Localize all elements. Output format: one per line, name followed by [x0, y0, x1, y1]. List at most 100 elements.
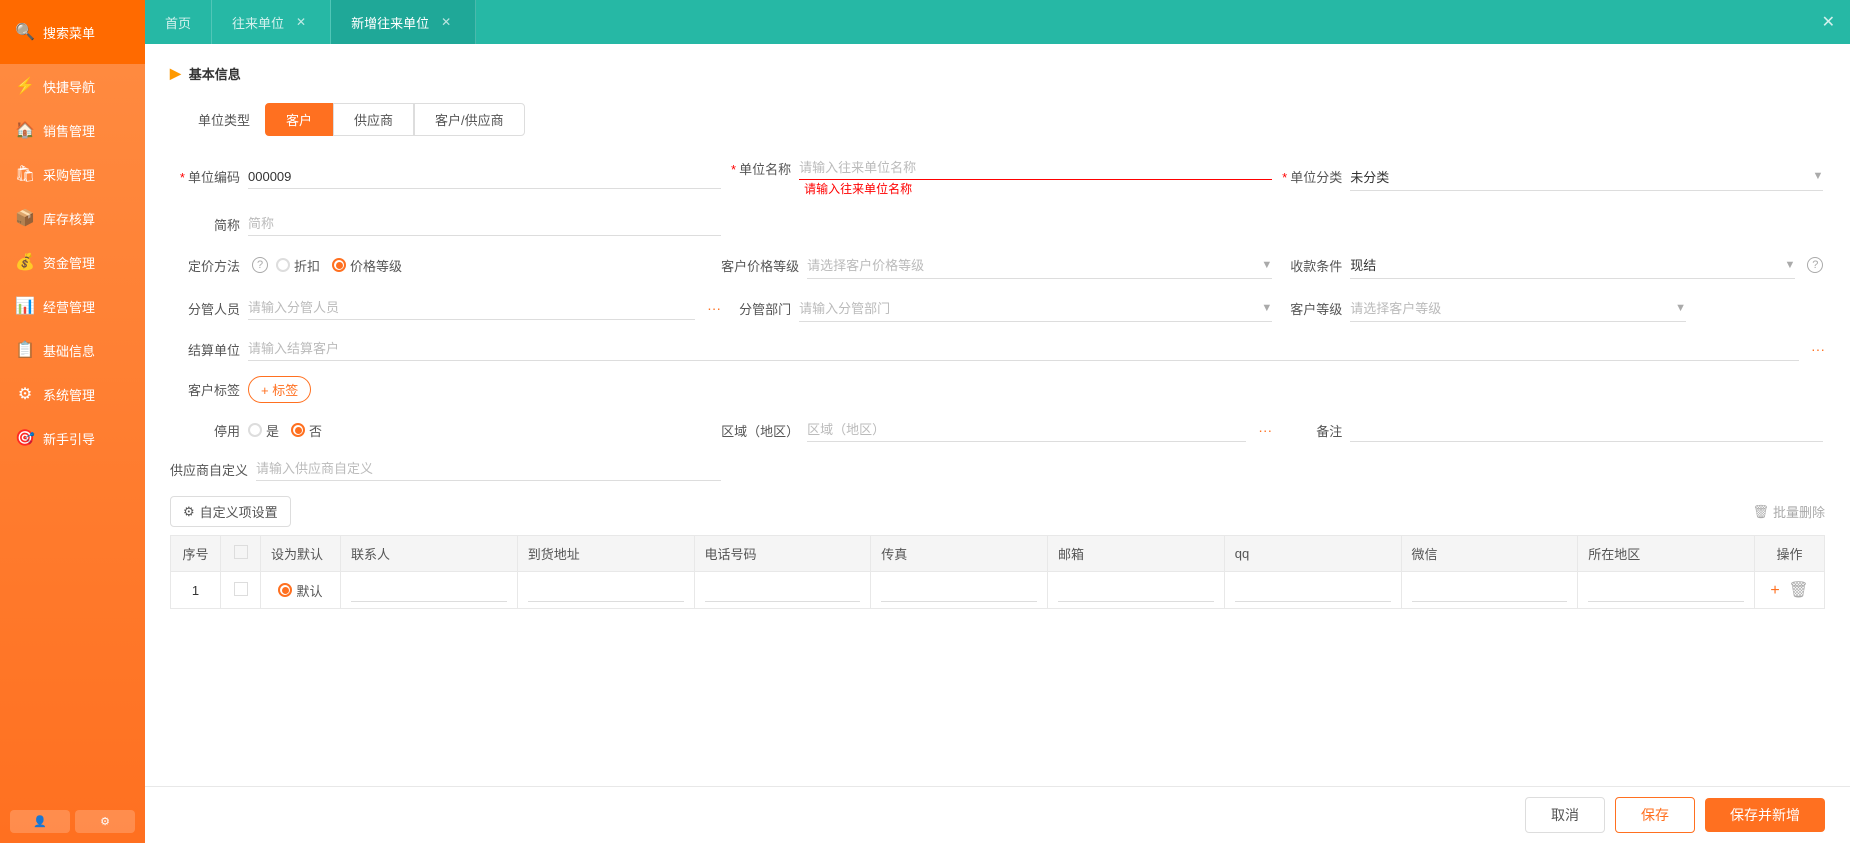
- pricing-discount-radio[interactable]: [276, 258, 290, 272]
- row-add-button[interactable]: +: [1770, 582, 1779, 599]
- form-footer: 取消 保存 保存并新增: [145, 786, 1850, 843]
- pricing-level-radio[interactable]: [332, 258, 346, 272]
- settlement-more-btn[interactable]: ···: [1811, 341, 1825, 357]
- payment-help-icon[interactable]: ?: [1807, 257, 1823, 273]
- supplier-custom-field: 供应商自定义: [170, 457, 721, 481]
- unit-type-supplier[interactable]: 供应商: [333, 103, 414, 136]
- tab-new-close[interactable]: ✕: [437, 13, 455, 31]
- col-contact: 联系人: [341, 536, 518, 572]
- sidebar-item-operations[interactable]: 📊 经营管理: [0, 284, 145, 328]
- unit-name-field: 单位名称 请输入往来单位名称: [721, 156, 1272, 197]
- save-new-button[interactable]: 保存并新增: [1705, 798, 1825, 832]
- manager-more-btn[interactable]: ···: [707, 300, 721, 316]
- unit-type-both[interactable]: 客户/供应商: [414, 103, 525, 136]
- col-check: [221, 536, 261, 572]
- col-wechat: 微信: [1401, 536, 1578, 572]
- pricing-discount-option[interactable]: 折扣: [276, 256, 320, 275]
- row-ops: + 🗑: [1755, 572, 1825, 609]
- form-row-7: 供应商自定义: [170, 457, 1825, 481]
- col-default: 设为默认: [261, 536, 341, 572]
- row-num: 1: [171, 572, 221, 609]
- department-label: 分管部门: [721, 299, 791, 318]
- row-address-input[interactable]: [528, 578, 684, 602]
- tag-add-button[interactable]: + 标签: [248, 376, 311, 403]
- form-area: ▶ 基本信息 单位类型 客户 供应商 客户/供应商 单位编码 单位名称 请输入往…: [145, 44, 1850, 786]
- disabled-yes-option[interactable]: 是: [248, 421, 279, 440]
- short-name-input[interactable]: [248, 212, 721, 236]
- contact-table: 序号 设为默认 联系人 到货地址 电话号码 传真 邮箱 qq 微信 所在地区 操…: [170, 535, 1825, 609]
- col-ops: 操作: [1755, 536, 1825, 572]
- sidebar-search[interactable]: 🔍 搜索菜单: [0, 0, 145, 64]
- window-close-button[interactable]: ✕: [1807, 0, 1850, 44]
- row-contact-input[interactable]: [351, 578, 507, 602]
- supplier-custom-input[interactable]: [256, 457, 721, 481]
- disabled-radio-group: 是 否: [248, 421, 322, 440]
- tab-home[interactable]: 首页: [145, 0, 212, 44]
- table-header-row: 序号 设为默认 联系人 到货地址 电话号码 传真 邮箱 qq 微信 所在地区 操…: [171, 536, 1825, 572]
- disabled-yes-radio[interactable]: [248, 423, 262, 437]
- row-checkbox[interactable]: [234, 582, 248, 596]
- sidebar-item-finance[interactable]: 💰 资金管理: [0, 240, 145, 284]
- row-default-radio[interactable]: [278, 583, 292, 597]
- custom-settings-button[interactable]: ⚙ 自定义项设置: [170, 496, 291, 527]
- sidebar-item-guide[interactable]: 🎯 新手引导: [0, 416, 145, 460]
- form-row-6: 停用 是 否 区域（地区） ··· 备注: [170, 418, 1825, 442]
- sidebar-item-sales[interactable]: 🏠 销售管理: [0, 108, 145, 152]
- customer-level-select[interactable]: 请选择客户等级 ▼: [1350, 294, 1686, 322]
- pricing-help-icon[interactable]: ?: [252, 257, 268, 273]
- sidebar-item-basic[interactable]: 📋 基础信息: [0, 328, 145, 372]
- sidebar-item-purchase[interactable]: 🛍 采购管理: [0, 152, 145, 196]
- save-button[interactable]: 保存: [1615, 797, 1695, 833]
- short-name-label: 简称: [170, 215, 240, 234]
- row-wechat-input[interactable]: [1412, 578, 1568, 602]
- row-phone: [694, 572, 871, 609]
- cancel-button[interactable]: 取消: [1525, 797, 1605, 833]
- customer-level-placeholder: 请选择客户等级: [1350, 298, 1675, 317]
- header-checkbox[interactable]: [234, 545, 248, 559]
- unit-type-customer[interactable]: 客户: [265, 103, 333, 136]
- tab-new-label: 新增往来单位: [351, 13, 429, 32]
- disabled-no-option[interactable]: 否: [291, 421, 322, 440]
- row-phone-input[interactable]: [705, 578, 861, 602]
- row-fax-input[interactable]: [881, 578, 1037, 602]
- customer-level-arrow: ▼: [1675, 302, 1686, 314]
- sidebar-item-quick-nav[interactable]: ⚡ 快捷导航: [0, 64, 145, 108]
- region-input[interactable]: [807, 418, 1246, 442]
- sidebar-item-search[interactable]: 🔍 搜索菜单: [0, 10, 145, 54]
- sidebar-settings-btn[interactable]: ⚙: [75, 810, 135, 833]
- payment-select[interactable]: 现结 ▼: [1350, 251, 1795, 279]
- manager-input[interactable]: [248, 296, 695, 320]
- form-row-4: 分管人员 ··· 分管部门 请输入分管部门 ▼ 客户等级 请选择客户等级 ▼ 结…: [170, 294, 1825, 361]
- tab-list-close[interactable]: ✕: [292, 13, 310, 31]
- manager-field: 分管人员 ···: [170, 294, 721, 322]
- department-select[interactable]: 请输入分管部门 ▼: [799, 294, 1272, 322]
- unit-name-input[interactable]: [799, 156, 1272, 180]
- tab-new[interactable]: 新增往来单位 ✕: [331, 0, 476, 44]
- disabled-no-radio[interactable]: [291, 423, 305, 437]
- unit-type-row: 单位类型 客户 供应商 客户/供应商: [170, 103, 1825, 136]
- pricing-discount-label: 折扣: [294, 256, 320, 275]
- section-title-text: 基本信息: [189, 64, 241, 83]
- row-region-input[interactable]: [1588, 578, 1744, 602]
- settlement-input[interactable]: [248, 337, 1799, 361]
- unit-code-input[interactable]: [248, 165, 721, 189]
- row-default-radio-item[interactable]: 默认: [271, 581, 330, 600]
- unit-category-select[interactable]: 未分类 ▼: [1350, 163, 1823, 191]
- sidebar-user-btn[interactable]: 👤: [10, 810, 70, 833]
- remark-input[interactable]: [1350, 418, 1823, 442]
- row-delete-button[interactable]: 🗑: [1788, 582, 1808, 599]
- batch-delete-button[interactable]: 🗑 批量删除: [1752, 502, 1825, 521]
- row-address: [517, 572, 694, 609]
- tab-list[interactable]: 往来单位 ✕: [212, 0, 331, 44]
- row-email-input[interactable]: [1058, 578, 1214, 602]
- sidebar-item-system[interactable]: ⚙ 系统管理: [0, 372, 145, 416]
- sidebar-item-inventory[interactable]: 📦 库存核算: [0, 196, 145, 240]
- customer-price-arrow: ▼: [1261, 259, 1272, 271]
- region-field: 区域（地区） ···: [721, 418, 1272, 442]
- payment-field: 收款条件 现结 ▼ ?: [1272, 251, 1823, 279]
- unit-code-label: 单位编码: [170, 167, 240, 186]
- row-qq-input[interactable]: [1235, 578, 1391, 602]
- customer-price-select[interactable]: 请选择客户价格等级 ▼: [807, 251, 1272, 279]
- pricing-level-option[interactable]: 价格等级: [332, 256, 402, 275]
- region-more-btn[interactable]: ···: [1258, 422, 1272, 438]
